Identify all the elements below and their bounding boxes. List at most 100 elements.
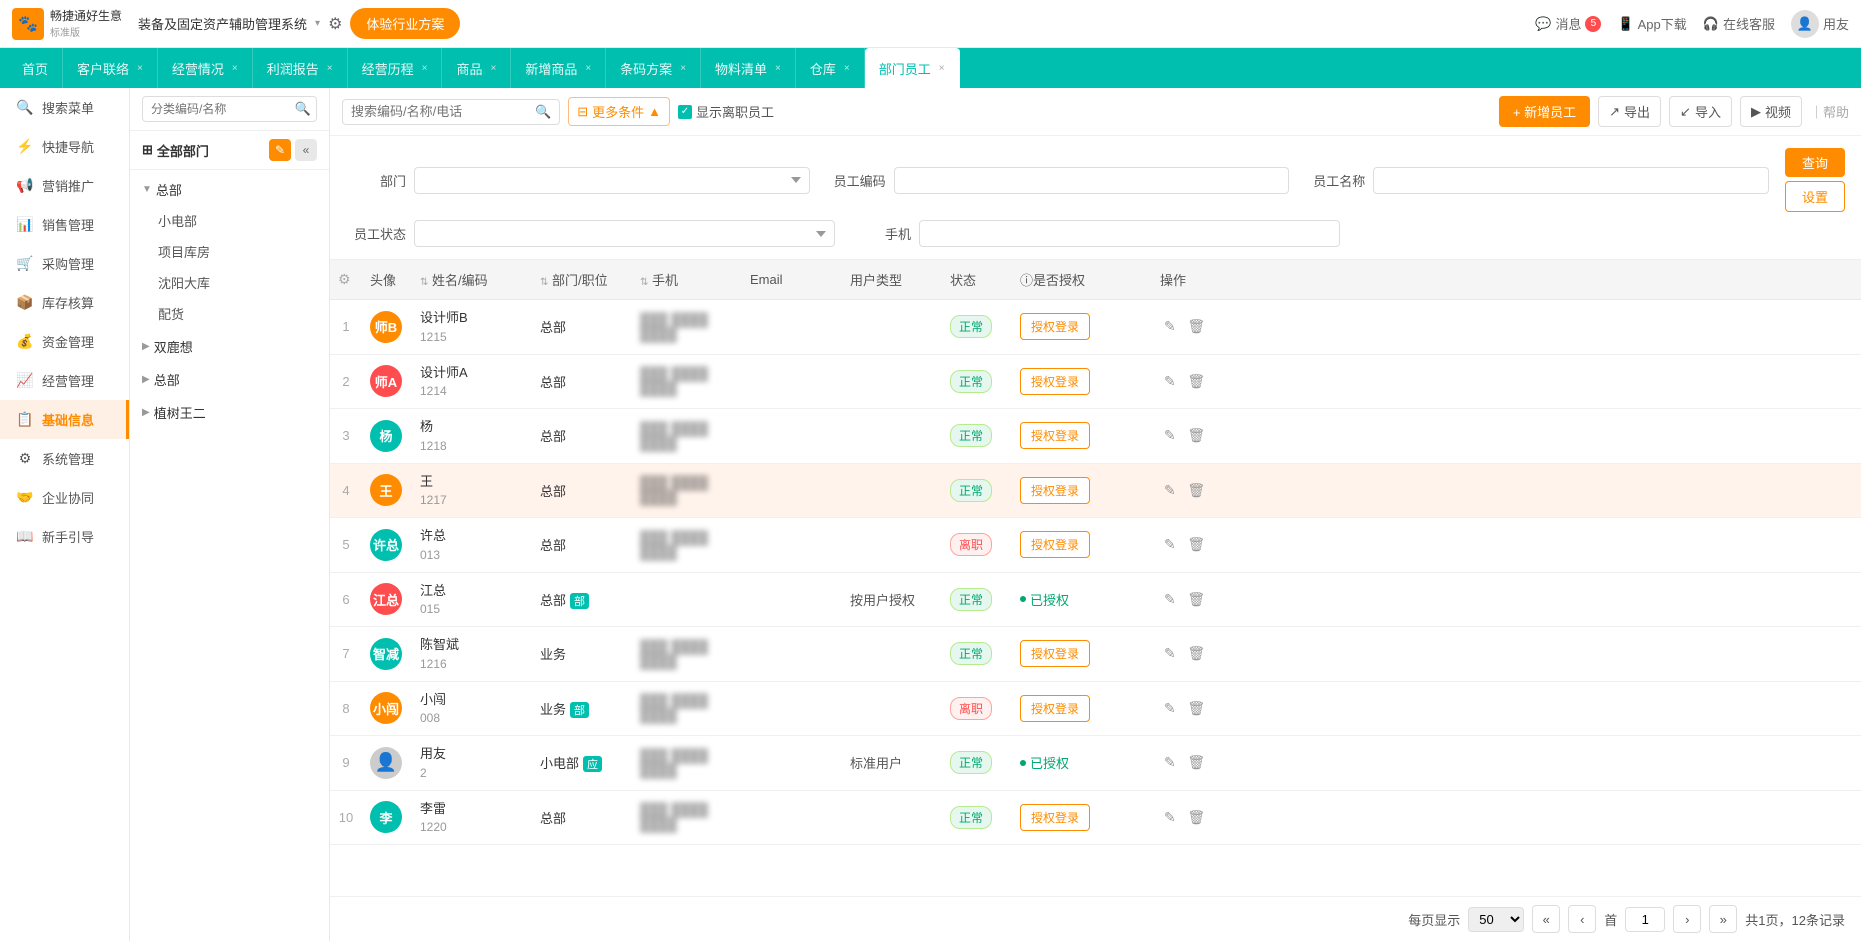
- sidebar-item-营销推广[interactable]: 📢营销推广: [0, 166, 129, 205]
- sidebar-item-库存核算[interactable]: 📦库存核算: [0, 283, 129, 322]
- auth-login-btn[interactable]: 授权登录: [1020, 531, 1090, 558]
- delete-btn[interactable]: 🗑: [1183, 807, 1209, 828]
- sidebar-item-资金管理[interactable]: 💰资金管理: [0, 322, 129, 361]
- sidebar-item-系统管理[interactable]: ⚙系统管理: [0, 439, 129, 478]
- dept-child-item[interactable]: 沈阳大库: [130, 267, 329, 298]
- help-btn[interactable]: ｜帮助: [1810, 102, 1849, 121]
- col-settings[interactable]: ⚙: [330, 260, 362, 300]
- delete-btn[interactable]: 🗑: [1183, 316, 1209, 337]
- delete-btn[interactable]: 🗑: [1183, 643, 1209, 664]
- employee-search-bar[interactable]: 🔍: [342, 99, 560, 125]
- sort-dept-icon[interactable]: ⇅: [540, 277, 548, 288]
- dept-group-header[interactable]: ▶总部: [130, 364, 329, 395]
- nav-tab-close[interactable]: ×: [490, 63, 496, 74]
- delete-btn[interactable]: 🗑: [1183, 534, 1209, 555]
- edit-btn[interactable]: ✎: [1160, 425, 1180, 446]
- page-number-input[interactable]: [1625, 907, 1665, 932]
- nav-tab-close[interactable]: ×: [585, 63, 591, 74]
- nav-tab-部门员工[interactable]: 部门员工×: [865, 48, 960, 88]
- edit-btn[interactable]: ✎: [1160, 643, 1180, 664]
- edit-btn[interactable]: ✎: [1160, 698, 1180, 719]
- delete-btn[interactable]: 🗑: [1183, 698, 1209, 719]
- nav-tab-close[interactable]: ×: [939, 63, 945, 74]
- nav-tab-close[interactable]: ×: [680, 63, 686, 74]
- dept-child-item[interactable]: 项目库房: [130, 236, 329, 267]
- sidebar-item-经营管理[interactable]: 📈经营管理: [0, 361, 129, 400]
- auth-login-btn[interactable]: 授权登录: [1020, 422, 1090, 449]
- export-btn[interactable]: ↗ 导出: [1598, 96, 1661, 127]
- delete-btn[interactable]: 🗑: [1183, 480, 1209, 501]
- import-btn[interactable]: ↙ 导入: [1669, 96, 1732, 127]
- system-dropdown-icon[interactable]: ▾: [315, 18, 320, 29]
- nav-tab-物料清单[interactable]: 物料清单×: [701, 48, 796, 88]
- sidebar-item-企业协同[interactable]: 🤝企业协同: [0, 478, 129, 517]
- nav-tab-close[interactable]: ×: [327, 63, 333, 74]
- app-download-action[interactable]: 📱 App下载: [1617, 14, 1686, 33]
- dept-search-input[interactable]: [142, 96, 317, 122]
- auth-login-btn[interactable]: 授权登录: [1020, 695, 1090, 722]
- delete-btn[interactable]: 🗑: [1183, 425, 1209, 446]
- dept-collapse-btn[interactable]: «: [295, 139, 317, 161]
- add-employee-btn[interactable]: + 新增员工: [1499, 96, 1590, 127]
- dept-child-item[interactable]: 配货: [130, 298, 329, 329]
- nav-tab-新增商品[interactable]: 新增商品×: [511, 48, 606, 88]
- nav-tab-仓库[interactable]: 仓库×: [796, 48, 865, 88]
- dept-group-header[interactable]: ▶双鹿想: [130, 331, 329, 362]
- auth-login-btn[interactable]: 授权登录: [1020, 368, 1090, 395]
- sidebar-item-基础信息[interactable]: 📋基础信息: [0, 400, 129, 439]
- delete-btn[interactable]: 🗑: [1183, 589, 1209, 610]
- dept-group-header[interactable]: ▼总部: [130, 174, 329, 205]
- emp-code-input[interactable]: [894, 167, 1290, 194]
- first-page-btn[interactable]: «: [1532, 905, 1560, 933]
- auth-login-btn[interactable]: 授权登录: [1020, 313, 1090, 340]
- sidebar-item-新手引导[interactable]: 📖新手引导: [0, 517, 129, 556]
- show-resigned-toggle[interactable]: ✓ 显示离职员工: [678, 102, 774, 121]
- edit-btn[interactable]: ✎: [1160, 589, 1180, 610]
- next-page-btn[interactable]: ›: [1673, 905, 1701, 933]
- edit-btn[interactable]: ✎: [1160, 534, 1180, 555]
- nav-tab-close[interactable]: ×: [422, 63, 428, 74]
- sidebar-item-采购管理[interactable]: 🛒采购管理: [0, 244, 129, 283]
- auth-login-btn[interactable]: 授权登录: [1020, 640, 1090, 667]
- employee-search-icon[interactable]: 🔍: [535, 104, 551, 120]
- last-page-btn[interactable]: »: [1709, 905, 1737, 933]
- more-filter-btn[interactable]: ⊟ 更多条件 ▲: [568, 97, 670, 126]
- phone-input[interactable]: [919, 220, 1340, 247]
- dept-child-item[interactable]: 小电部: [130, 205, 329, 236]
- edit-btn[interactable]: ✎: [1160, 480, 1180, 501]
- nav-tab-客户联络[interactable]: 客户联络×: [63, 48, 158, 88]
- message-action[interactable]: 💬 消息 5: [1535, 14, 1601, 33]
- nav-tab-经营历程[interactable]: 经营历程×: [348, 48, 443, 88]
- sidebar-item-搜索菜单[interactable]: 🔍搜索菜单: [0, 88, 129, 127]
- nav-tab-close[interactable]: ×: [137, 63, 143, 74]
- edit-btn[interactable]: ✎: [1160, 807, 1180, 828]
- online-service-action[interactable]: 🎧 在线客服: [1703, 14, 1775, 33]
- dept-all-btn[interactable]: ⊞ 全部部门: [142, 141, 209, 160]
- edit-btn[interactable]: ✎: [1160, 752, 1180, 773]
- emp-name-input[interactable]: [1373, 167, 1769, 194]
- user-action[interactable]: 👤 用友: [1791, 10, 1849, 38]
- nav-tab-close[interactable]: ×: [232, 63, 238, 74]
- query-btn[interactable]: 查询: [1785, 148, 1845, 177]
- delete-btn[interactable]: 🗑: [1183, 752, 1209, 773]
- set-btn[interactable]: 设置: [1785, 181, 1845, 212]
- sidebar-item-快捷导航[interactable]: ⚡快捷导航: [0, 127, 129, 166]
- emp-status-select[interactable]: [414, 220, 835, 247]
- nav-tab-条码方案[interactable]: 条码方案×: [606, 48, 701, 88]
- video-btn[interactable]: ▶ 视频: [1740, 96, 1802, 127]
- auth-login-btn[interactable]: 授权登录: [1020, 477, 1090, 504]
- sidebar-item-销售管理[interactable]: 📊销售管理: [0, 205, 129, 244]
- auth-login-btn[interactable]: 授权登录: [1020, 804, 1090, 831]
- nav-tab-商品[interactable]: 商品×: [442, 48, 511, 88]
- dept-filter-select[interactable]: [414, 167, 810, 194]
- nav-tab-利润报告[interactable]: 利润报告×: [253, 48, 348, 88]
- nav-tab-经营情况[interactable]: 经营情况×: [158, 48, 253, 88]
- nav-tab-close[interactable]: ×: [775, 63, 781, 74]
- per-page-select[interactable]: 50 100: [1468, 907, 1524, 932]
- employee-search-input[interactable]: [351, 104, 531, 119]
- settings-icon[interactable]: ⚙: [328, 14, 342, 34]
- nav-tab-close[interactable]: ×: [844, 63, 850, 74]
- prev-page-btn[interactable]: ‹: [1568, 905, 1596, 933]
- dept-search-button[interactable]: 🔍: [295, 101, 311, 117]
- edit-btn[interactable]: ✎: [1160, 316, 1180, 337]
